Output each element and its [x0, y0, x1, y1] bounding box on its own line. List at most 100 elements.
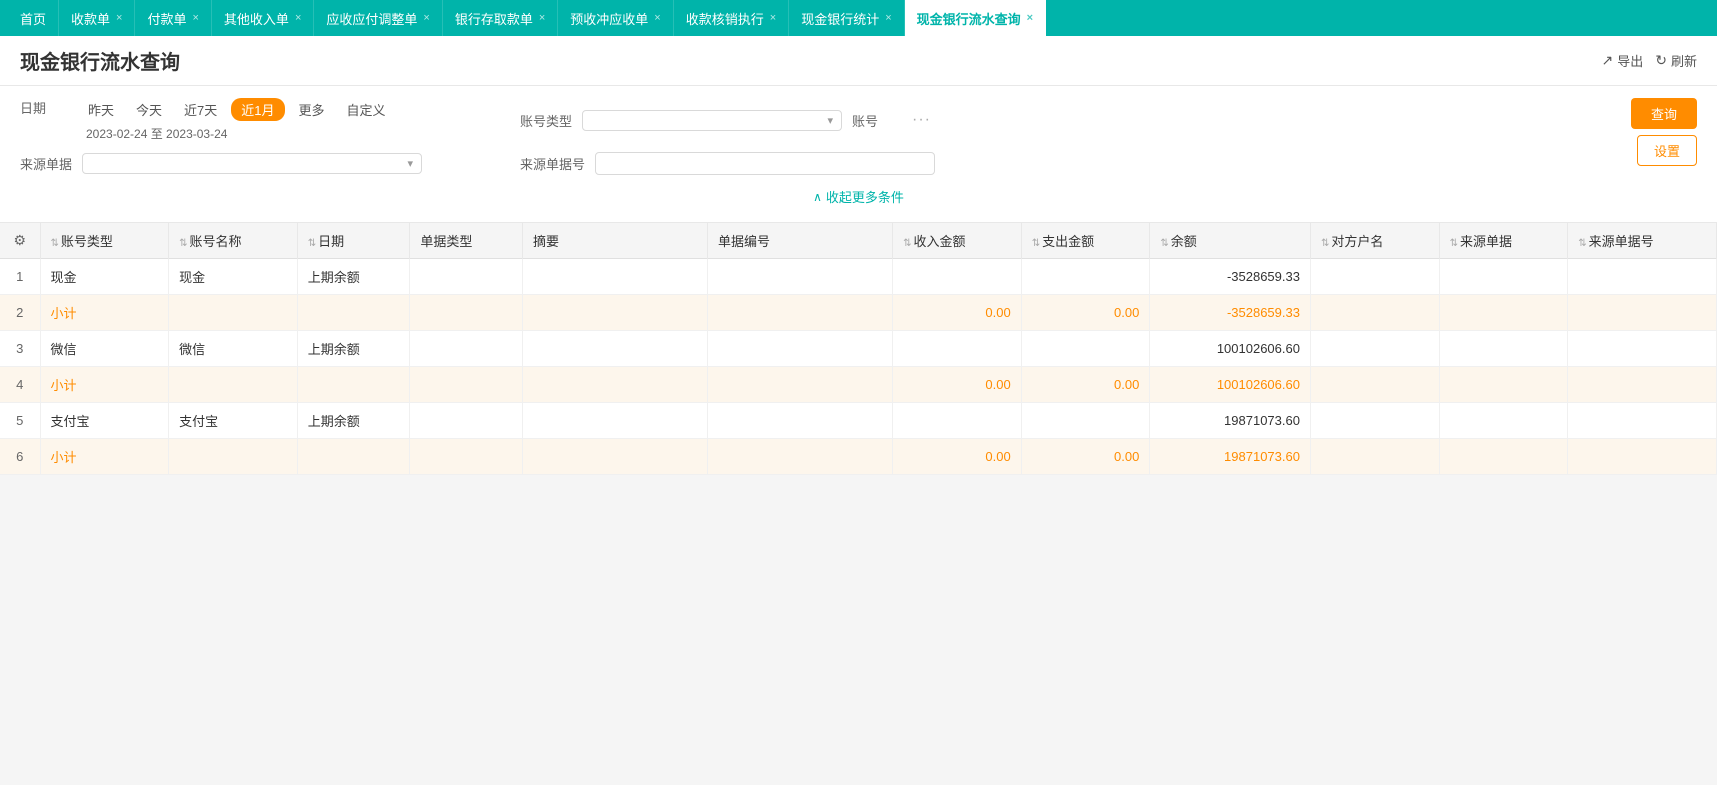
gear-icon: ⚙ [13, 232, 26, 248]
nav-other-income[interactable]: 其他收入单 × [212, 0, 314, 36]
table-cell [1310, 259, 1439, 295]
table-cell [169, 439, 298, 475]
table-cell [1310, 439, 1439, 475]
table-cell: 0.00 [893, 439, 1022, 475]
date-opt-today[interactable]: 今天 [128, 98, 170, 121]
settings-button[interactable]: 设置 [1637, 135, 1697, 166]
nav-adjustment[interactable]: 应收应付调整单 × [314, 0, 442, 36]
table-cell: 4 [0, 367, 40, 403]
close-icon[interactable]: × [654, 12, 660, 24]
col-gear[interactable]: ⚙ [0, 223, 40, 259]
sort-icon: ⇅ [308, 238, 316, 249]
col-source-doc[interactable]: ⇅来源单据 [1439, 223, 1568, 259]
table-cell [708, 331, 893, 367]
nav-advance[interactable]: 预收冲应收单 × [558, 0, 673, 36]
nav-home[interactable]: 首页 [8, 0, 59, 36]
table-row: 2小计0.000.00-3528659.33 [0, 295, 1717, 331]
col-doc-type[interactable]: 单据类型 [410, 223, 523, 259]
export-button[interactable]: ↗ 导出 [1602, 51, 1644, 70]
nav-cash-flow-query[interactable]: 现金银行流水查询 × [905, 0, 1046, 36]
table-cell [410, 403, 523, 439]
close-icon[interactable]: × [885, 12, 891, 24]
table-cell [410, 367, 523, 403]
account-type-label: 账号类型 [520, 111, 572, 130]
date-opt-more[interactable]: 更多 [291, 98, 333, 121]
table-cell: 2 [0, 295, 40, 331]
table-cell: 支付宝 [169, 403, 298, 439]
date-opt-1month[interactable]: 近1月 [231, 98, 284, 121]
table-cell: 100102606.60 [1150, 331, 1311, 367]
col-account-type[interactable]: ⇅账号类型 [40, 223, 169, 259]
col-balance[interactable]: ⇅余额 [1150, 223, 1311, 259]
table-cell: 上期余额 [297, 403, 410, 439]
table-cell [1439, 331, 1568, 367]
table-cell [1568, 259, 1717, 295]
nav-receipt[interactable]: 收款单 × [59, 0, 135, 36]
table-cell [410, 259, 523, 295]
sort-icon: ⇅ [1321, 238, 1329, 249]
filter-area: 日期 昨天 今天 近7天 近1月 更多 自定义 2023-02-24 至 202… [0, 86, 1717, 223]
date-opt-custom[interactable]: 自定义 [339, 98, 394, 121]
table-cell [522, 439, 707, 475]
chevron-down-icon: ▾ [827, 114, 833, 127]
table-cell [1439, 403, 1568, 439]
table-cell [410, 295, 523, 331]
col-expense[interactable]: ⇅支出金额 [1021, 223, 1150, 259]
table-cell [708, 295, 893, 331]
table-row: 4小计0.000.00100102606.60 [0, 367, 1717, 403]
close-icon[interactable]: × [116, 12, 122, 24]
table-cell: 小计 [40, 295, 169, 331]
col-account-name[interactable]: ⇅账号名称 [169, 223, 298, 259]
close-icon[interactable]: × [295, 12, 301, 24]
date-opt-7days[interactable]: 近7天 [176, 98, 225, 121]
table-cell [708, 403, 893, 439]
table-area: ⚙ ⇅账号类型 ⇅账号名称 ⇅日期 单据类型 摘要 单据编号 ⇅收入金额 ⇅支出… [0, 223, 1717, 475]
refresh-button[interactable]: ↻ 刷新 [1655, 51, 1697, 70]
table-cell [708, 259, 893, 295]
col-counterpart[interactable]: ⇅对方户名 [1310, 223, 1439, 259]
table-cell [1568, 295, 1717, 331]
source-doc-no-input[interactable] [595, 152, 935, 175]
col-source-doc-no[interactable]: ⇅来源单据号 [1568, 223, 1717, 259]
source-doc-label: 来源单据 [20, 154, 72, 173]
chevron-down-icon: ▾ [407, 157, 413, 170]
date-label: 日期 [20, 98, 70, 117]
account-dots[interactable]: ··· [912, 111, 931, 129]
close-icon[interactable]: × [192, 12, 198, 24]
collapse-bar[interactable]: ∧ 收起更多条件 [20, 183, 1697, 210]
col-summary[interactable]: 摘要 [522, 223, 707, 259]
table-cell: -3528659.33 [1150, 259, 1311, 295]
page-title: 现金银行流水查询 [20, 46, 180, 75]
table-header-row: ⚙ ⇅账号类型 ⇅账号名称 ⇅日期 单据类型 摘要 单据编号 ⇅收入金额 ⇅支出… [0, 223, 1717, 259]
source-doc-select[interactable]: ▾ [82, 153, 422, 174]
date-opt-yesterday[interactable]: 昨天 [80, 98, 122, 121]
table-cell: 上期余额 [297, 259, 410, 295]
col-date[interactable]: ⇅日期 [297, 223, 410, 259]
nav-verification[interactable]: 收款核销执行 × [674, 0, 789, 36]
table-cell: -3528659.33 [1150, 295, 1311, 331]
table-cell: 上期余额 [297, 331, 410, 367]
collapse-up-icon: ∧ [813, 190, 822, 204]
col-income[interactable]: ⇅收入金额 [893, 223, 1022, 259]
date-range: 2023-02-24 至 2023-03-24 [86, 125, 394, 142]
export-icon: ↗ [1602, 52, 1614, 69]
nav-payment[interactable]: 付款单 × [135, 0, 211, 36]
header-actions: ↗ 导出 ↻ 刷新 [1602, 51, 1698, 70]
close-icon[interactable]: × [770, 12, 776, 24]
close-icon[interactable]: × [1027, 12, 1033, 24]
table-cell: 5 [0, 403, 40, 439]
account-type-select[interactable]: ▾ [582, 110, 842, 131]
table-cell: 0.00 [1021, 295, 1150, 331]
table-cell [297, 439, 410, 475]
date-options: 昨天 今天 近7天 近1月 更多 自定义 [80, 98, 394, 121]
query-button[interactable]: 查询 [1631, 98, 1697, 129]
close-icon[interactable]: × [423, 12, 429, 24]
table-cell: 微信 [40, 331, 169, 367]
nav-bank-deposit[interactable]: 银行存取款单 × [443, 0, 558, 36]
col-doc-no[interactable]: 单据编号 [708, 223, 893, 259]
close-icon[interactable]: × [539, 12, 545, 24]
table-cell [169, 367, 298, 403]
nav-cash-stats[interactable]: 现金银行统计 × [789, 0, 904, 36]
table-cell [1568, 331, 1717, 367]
table-cell [522, 331, 707, 367]
